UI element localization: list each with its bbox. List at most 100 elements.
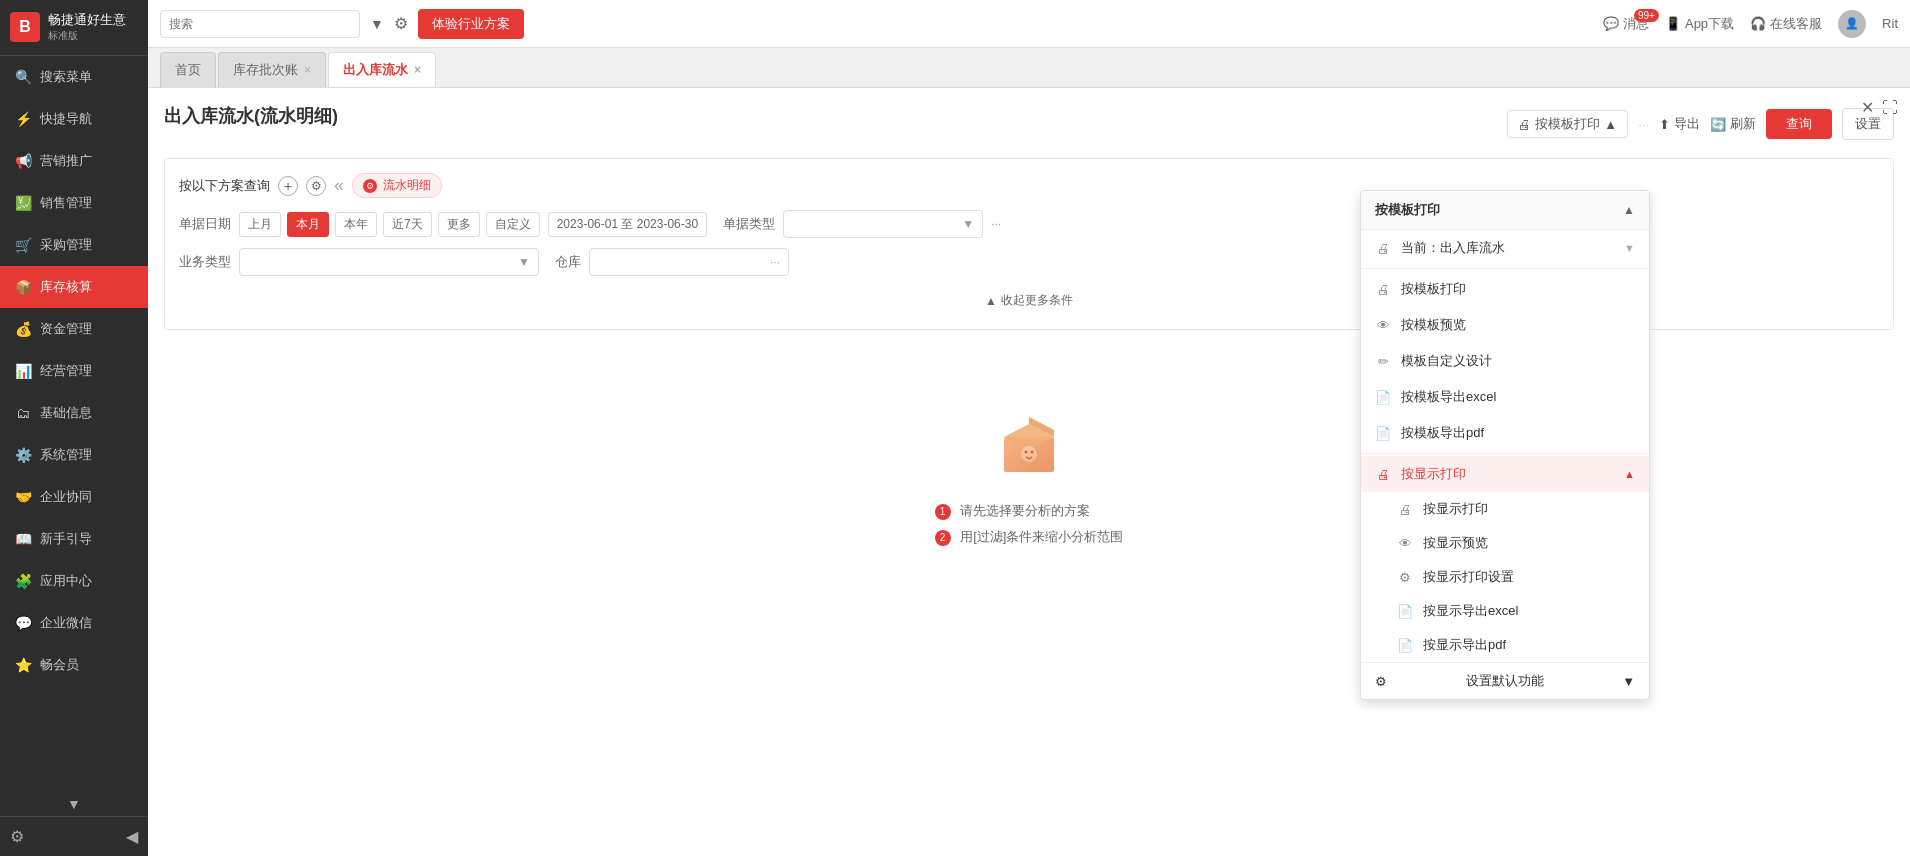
filter-expand-icon[interactable]: « [334,175,344,196]
tab-home[interactable]: 首页 [160,52,216,87]
finance-icon: 💰 [14,320,32,338]
topbar-search-input[interactable] [160,10,360,38]
sales-icon: 💹 [14,194,32,212]
filter-setting-button[interactable]: ⚙ [306,176,326,196]
display-excel-label: 按显示导出excel [1423,602,1518,620]
purchase-icon: 🛒 [14,236,32,254]
sidebar-item-guide[interactable]: 📖 新手引导 [0,518,148,560]
date-btn-this-month[interactable]: 本月 [287,212,329,237]
message-btn[interactable]: 💬 消息 99+ [1603,15,1649,33]
date-btn-7days[interactable]: 近7天 [383,212,432,237]
user-avatar[interactable]: 👤 [1838,10,1866,38]
sidebar-item-inventory[interactable]: 📦 库存核算 [0,266,148,308]
warehouse-select[interactable]: ··· [589,248,789,276]
date-btn-this-year[interactable]: 本年 [335,212,377,237]
filter-field-date: 单据日期 上月 本月 本年 近7天 更多 自定义 2023-06-01 至 20… [179,212,707,237]
display-excel-icon: 📄 [1397,603,1413,619]
filter-tag-icon: ⚙ [363,179,377,193]
username-label[interactable]: Rit [1882,16,1898,31]
dropdown-display-section[interactable]: 🖨 按显示打印 ▲ [1361,456,1649,492]
dropdown-display-preview[interactable]: 👁 按显示预览 [1361,526,1649,560]
sidebar-item-marketing[interactable]: 📢 营销推广 [0,140,148,182]
scroll-down-btn[interactable]: ▼ [67,796,81,812]
query-button[interactable]: 查询 [1766,109,1832,139]
app-download-btn[interactable]: 📱 App下载 [1665,15,1734,33]
filter-field-warehouse: 仓库 ··· [555,248,789,276]
export-button[interactable]: ⬆ 导出 [1659,115,1700,133]
step-1-text: 请先选择要分析的方案 [960,503,1090,518]
sidebar-scroll-down[interactable]: ▼ [0,792,148,816]
toolbar-right: 🖨 按模板打印 ▲ ··· ⬆ 导出 🔄 刷新 查询 设置 [1507,108,1894,140]
template-print-button[interactable]: 🖨 按模板打印 ▲ [1507,110,1628,138]
tab-flow[interactable]: 出入库流水 × [328,52,436,87]
topbar-dropdown-arrow[interactable]: ▼ [370,16,384,32]
refresh-button[interactable]: 🔄 刷新 [1710,115,1756,133]
sidebar-item-system[interactable]: ⚙️ 系统管理 [0,434,148,476]
dropdown-item-template-excel[interactable]: 📄 按模板导出excel [1361,379,1649,415]
filter-tag[interactable]: ⚙ 流水明细 [352,173,442,198]
dropdown-item-template-print[interactable]: 🖨 按模板打印 [1361,271,1649,307]
display-settings-icon: ⚙ [1397,569,1413,585]
dropdown-item-template-custom[interactable]: ✏ 模板自定义设计 [1361,343,1649,379]
sidebar-item-operation[interactable]: 📊 经营管理 [0,350,148,392]
window-expand-icon[interactable]: ⛶ [1882,99,1898,117]
date-btn-last-month[interactable]: 上月 [239,212,281,237]
sidebar-item-quicknav[interactable]: ⚡ 快捷导航 [0,98,148,140]
dropdown-display-print[interactable]: 🖨 按显示打印 [1361,492,1649,526]
sidebar-item-collab[interactable]: 🤝 企业协同 [0,476,148,518]
dropdown-collapse-arrow[interactable]: ▲ [1623,203,1635,217]
tab-batch-close[interactable]: × [304,63,311,77]
sidebar-item-search[interactable]: 🔍 搜索菜单 [0,56,148,98]
tab-batch[interactable]: 库存批次账 × [218,52,326,87]
wechat-icon: 💬 [14,614,32,632]
dropdown-display-excel[interactable]: 📄 按显示导出excel [1361,594,1649,628]
collapse-sidebar-icon[interactable]: ◀ [126,827,138,846]
display-pdf-label: 按显示导出pdf [1423,636,1506,654]
refresh-icon: 🔄 [1710,117,1726,132]
marketing-icon: 📢 [14,152,32,170]
settings-bottom-icon[interactable]: ⚙ [10,827,24,846]
date-btn-more[interactable]: 更多 [438,212,480,237]
topbar-gear-icon[interactable]: ⚙ [394,14,408,33]
dropdown-current[interactable]: 🖨 当前：出入库流水 ▼ [1361,230,1649,266]
dropdown-item-template-preview[interactable]: 👁 按模板预览 [1361,307,1649,343]
collapse-label: 收起更多条件 [1001,292,1073,309]
customer-service-btn[interactable]: 🎧 在线客服 [1750,15,1822,33]
display-pdf-icon: 📄 [1397,637,1413,653]
window-close-icon[interactable]: ✕ [1861,98,1874,117]
logo-text-block: 畅捷通好生意 标准版 [48,12,126,43]
app-logo: B 畅捷通好生意 标准版 [0,0,148,56]
biz-select[interactable]: ▼ [239,248,539,276]
current-label: 当前：出入库流水 [1401,239,1505,257]
collab-icon: 🤝 [14,488,32,506]
tab-flow-close[interactable]: × [414,63,421,77]
sidebar-item-finance[interactable]: 💰 资金管理 [0,308,148,350]
sidebar-item-basic[interactable]: 🗂 基础信息 [0,392,148,434]
date-label: 单据日期 [179,215,231,233]
app-download-label: App下载 [1685,15,1734,33]
warehouse-more-btn[interactable]: ··· [770,255,780,269]
sidebar-item-purchase[interactable]: 🛒 采购管理 [0,224,148,266]
dropdown-display-pdf[interactable]: 📄 按显示导出pdf [1361,628,1649,662]
display-section-icon: 🖨 [1375,466,1391,482]
template-excel-label: 按模板导出excel [1401,388,1496,406]
collapse-up-icon: ▲ [985,294,997,308]
trial-button[interactable]: 体验行业方案 [418,9,524,39]
display-print-icon: 🖨 [1397,501,1413,517]
dropdown-item-template-pdf[interactable]: 📄 按模板导出pdf [1361,415,1649,451]
filter-add-button[interactable]: + [278,176,298,196]
print-dropdown: 按模板打印 ▲ 🖨 当前：出入库流水 ▼ 🖨 按模板打印 👁 按模板预览 ✏ [1360,190,1650,700]
type-select[interactable]: ▼ [783,210,983,238]
sidebar-item-member[interactable]: ⭐ 畅会员 [0,644,148,686]
tab-flow-label: 出入库流水 [343,61,408,79]
sidebar-item-sales[interactable]: 💹 销售管理 [0,182,148,224]
quicknav-icon: ⚡ [14,110,32,128]
type-more-btn[interactable]: ··· [991,217,1001,231]
dropdown-display-print-settings[interactable]: ⚙ 按显示打印设置 [1361,560,1649,594]
sidebar-item-wechat[interactable]: 💬 企业微信 [0,602,148,644]
dropdown-footer[interactable]: ⚙ 设置默认功能 ▼ [1361,662,1649,699]
sidebar-item-label: 快捷导航 [40,110,92,128]
sidebar-item-apps[interactable]: 🧩 应用中心 [0,560,148,602]
date-btn-custom[interactable]: 自定义 [486,212,540,237]
empty-step-2: 2 用[过滤]条件来缩小分析范围 [935,524,1124,550]
